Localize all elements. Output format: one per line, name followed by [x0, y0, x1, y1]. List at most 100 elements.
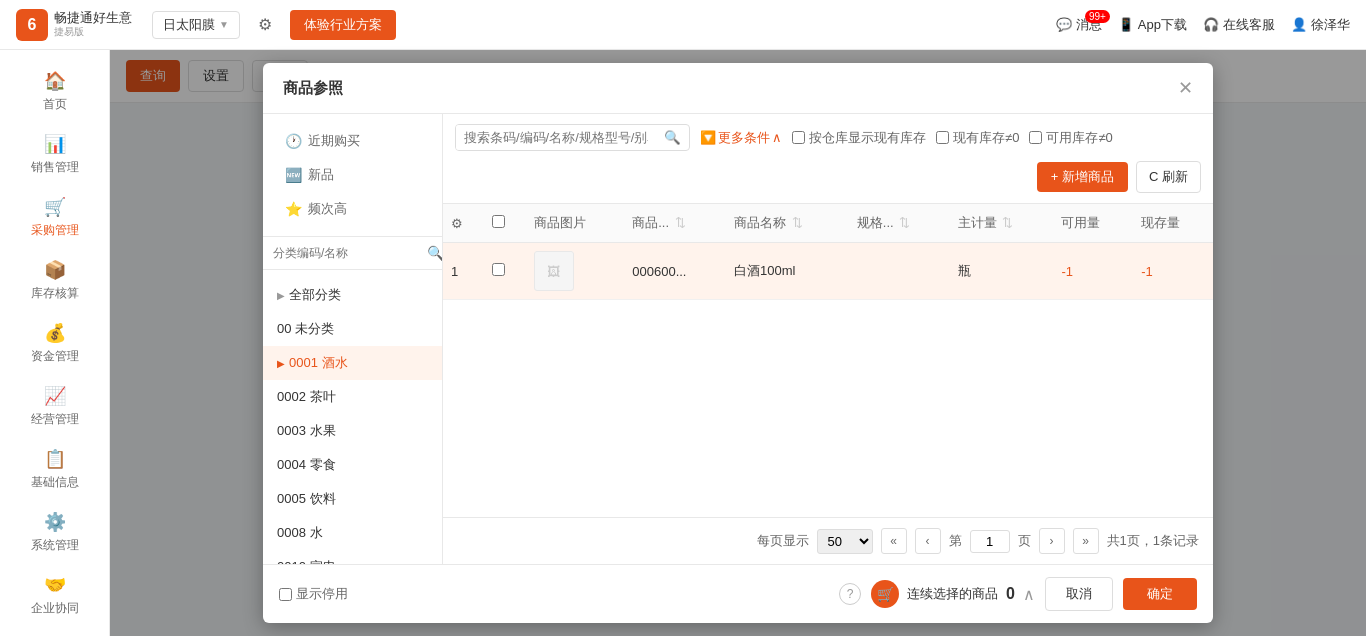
modal-close-button[interactable]: ✕ — [1178, 77, 1193, 99]
first-page-button[interactable]: « — [881, 528, 907, 554]
table-row[interactable]: 1 🖼 000600... 白酒100ml — [443, 243, 1213, 300]
per-page-select[interactable]: 50 100 200 — [817, 529, 873, 554]
category-all[interactable]: ▶ 全部分类 — [263, 278, 442, 312]
basic-icon: 📋 — [44, 448, 66, 470]
sidebar-item-basic[interactable]: 📋 基础信息 — [0, 438, 109, 501]
confirm-button[interactable]: 确定 — [1123, 578, 1197, 610]
stock-nonzero-check[interactable] — [936, 131, 949, 144]
row-checkbox-cell[interactable] — [484, 243, 526, 300]
row-checkbox[interactable] — [492, 263, 505, 276]
add-product-button[interactable]: + 新增商品 — [1037, 162, 1128, 192]
collapse-cart-button[interactable]: ∧ — [1023, 585, 1035, 604]
nav-app-download[interactable]: 📱 App下载 — [1118, 16, 1187, 34]
content-area: 查询 设置 刷新 商品参照 ✕ — [110, 50, 1366, 636]
warehouse-stock-label: 按仓库显示现有库存 — [809, 129, 926, 147]
sort-icon: ⇅ — [899, 215, 910, 230]
sidebar-item-enterprise[interactable]: 🤝 企业协同 — [0, 564, 109, 627]
category-0001[interactable]: ▶ 0001 酒水 — [263, 346, 442, 380]
show-disabled-label: 显示停用 — [296, 585, 348, 603]
row-image-cell: 🖼 — [526, 243, 625, 300]
category-search-row: 🔍 — [263, 237, 442, 270]
category-search-input[interactable] — [273, 246, 423, 260]
sidebar-label-enterprise: 企业协同 — [31, 600, 79, 617]
cancel-button[interactable]: 取消 — [1045, 577, 1113, 611]
product-reference-modal: 商品参照 ✕ 🕐 近期购买 — [263, 63, 1213, 623]
page-prefix-label: 第 — [949, 532, 962, 550]
sidebar-item-sales[interactable]: 📊 销售管理 — [0, 123, 109, 186]
main-layout: 🏠 首页 📊 销售管理 🛒 采购管理 📦 库存核算 💰 资金管理 📈 经营管理 … — [0, 50, 1366, 636]
sidebar: 🏠 首页 📊 销售管理 🛒 采购管理 📦 库存核算 💰 资金管理 📈 经营管理 … — [0, 50, 110, 636]
warehouse-stock-check[interactable] — [792, 131, 805, 144]
category-label: 全部分类 — [289, 286, 341, 304]
sidebar-item-system[interactable]: ⚙️ 系统管理 — [0, 501, 109, 564]
sidebar-item-guide[interactable]: 🔰 新手引导 — [0, 627, 109, 636]
product-search-input[interactable] — [456, 125, 656, 150]
enterprise-icon: 🤝 — [44, 574, 66, 596]
category-search-icon[interactable]: 🔍 — [427, 245, 443, 261]
row-unit: 瓶 — [950, 243, 1054, 300]
col-name[interactable]: 商品名称 ⇅ — [726, 204, 849, 243]
sidebar-label-finance: 资金管理 — [31, 348, 79, 365]
sidebar-item-finance[interactable]: 💰 资金管理 — [0, 312, 109, 375]
quick-high-frequency[interactable]: ⭐ 频次高 — [273, 192, 432, 226]
product-table-area: ⚙ 商品图片 商品... ⇅ 商品名称 ⇅ 规格... ⇅ 主计量 ⇅ 可用量 — [443, 204, 1213, 517]
trial-button[interactable]: 体验行业方案 — [290, 10, 396, 40]
sidebar-label-home: 首页 — [43, 96, 67, 113]
category-0005[interactable]: 0005 饮料 — [263, 482, 442, 516]
category-0002[interactable]: 0002 茶叶 — [263, 380, 442, 414]
nav-user[interactable]: 👤 徐泽华 — [1291, 16, 1350, 34]
customer-service-label: 在线客服 — [1223, 16, 1275, 34]
next-page-button[interactable]: › — [1039, 528, 1065, 554]
nav-selector[interactable]: 日太阳膜 ▼ — [152, 11, 240, 39]
modal-header: 商品参照 ✕ — [263, 63, 1213, 114]
sidebar-item-management[interactable]: 📈 经营管理 — [0, 375, 109, 438]
sidebar-label-purchase: 采购管理 — [31, 222, 79, 239]
col-checkbox[interactable] — [484, 204, 526, 243]
more-filter-button[interactable]: 🔽 更多条件 ∧ — [700, 129, 782, 147]
select-all-checkbox[interactable] — [492, 215, 505, 228]
quick-recent-purchase[interactable]: 🕐 近期购买 — [273, 124, 432, 158]
col-unit[interactable]: 主计量 ⇅ — [950, 204, 1054, 243]
settings-icon: ⚙ — [451, 216, 463, 231]
arrow-icon: ▶ — [277, 290, 285, 301]
help-icon-button[interactable]: ? — [839, 583, 861, 605]
usable-nonzero-check[interactable] — [1029, 131, 1042, 144]
nav-customer-service[interactable]: 🎧 在线客服 — [1203, 16, 1275, 34]
sidebar-item-home[interactable]: 🏠 首页 — [0, 60, 109, 123]
product-search-button[interactable]: 🔍 — [656, 125, 689, 150]
filter-icon: 🔽 — [700, 130, 716, 145]
prev-page-button[interactable]: ‹ — [915, 528, 941, 554]
chevron-down-icon: ▼ — [219, 19, 229, 30]
quick-new-product[interactable]: 🆕 新品 — [273, 158, 432, 192]
stock-nonzero-checkbox[interactable]: 现有库存≠0 — [936, 129, 1019, 147]
col-settings[interactable]: ⚙ — [443, 204, 484, 243]
show-disabled-checkbox[interactable]: 显示停用 — [279, 585, 348, 603]
sales-icon: 📊 — [44, 133, 66, 155]
usable-nonzero-checkbox[interactable]: 可用库存≠0 — [1029, 129, 1112, 147]
gear-icon[interactable]: ⚙ — [250, 10, 280, 40]
category-0004[interactable]: 0004 零食 — [263, 448, 442, 482]
filter-label: 更多条件 — [718, 129, 770, 147]
show-disabled-check[interactable] — [279, 588, 292, 601]
nav-message[interactable]: 💬 消息 99+ — [1056, 16, 1102, 34]
page-number-input[interactable] — [970, 530, 1010, 553]
category-0003[interactable]: 0003 水果 — [263, 414, 442, 448]
category-label: 0003 水果 — [277, 422, 336, 440]
col-spec[interactable]: 规格... ⇅ — [849, 204, 950, 243]
category-00[interactable]: 00 未分类 — [263, 312, 442, 346]
management-icon: 📈 — [44, 385, 66, 407]
logo-sub: 捷易版 — [54, 25, 132, 39]
warehouse-stock-checkbox[interactable]: 按仓库显示现有库存 — [792, 129, 926, 147]
last-page-button[interactable]: » — [1073, 528, 1099, 554]
sidebar-item-inventory[interactable]: 📦 库存核算 — [0, 249, 109, 312]
sort-icon: ⇅ — [675, 215, 686, 230]
col-image: 商品图片 — [526, 204, 625, 243]
product-image: 🖼 — [534, 251, 574, 291]
sidebar-item-purchase[interactable]: 🛒 采购管理 — [0, 186, 109, 249]
modal-overlay: 商品参照 ✕ 🕐 近期购买 — [110, 50, 1366, 636]
modal-title: 商品参照 — [283, 79, 343, 98]
col-code[interactable]: 商品... ⇅ — [624, 204, 726, 243]
category-0008[interactable]: 0008 水 — [263, 516, 442, 550]
category-0010[interactable]: 0010 家电 — [263, 550, 442, 564]
refresh-button[interactable]: C 刷新 — [1136, 161, 1201, 193]
